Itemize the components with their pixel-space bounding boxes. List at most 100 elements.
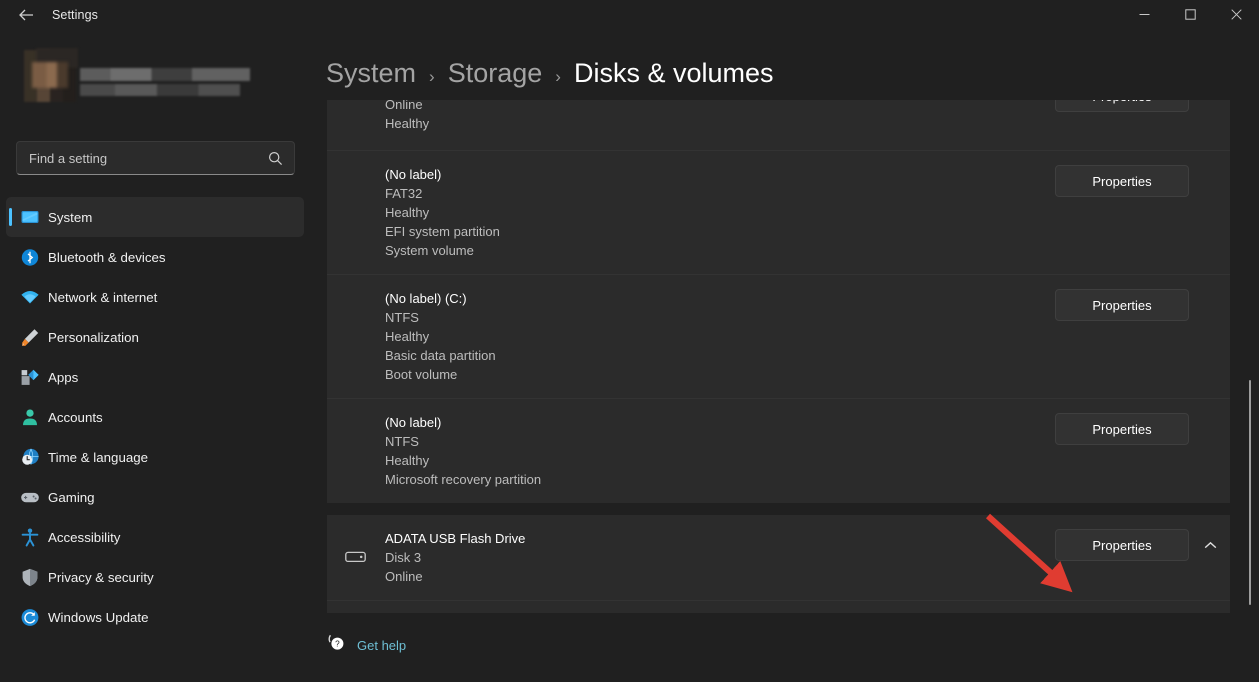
volume-row[interactable]: (No label) (C:) NTFS Healthy Basic data … — [327, 274, 1230, 398]
maximize-button[interactable] — [1167, 0, 1213, 32]
user-name-redacted — [80, 68, 250, 81]
volume-health: Healthy — [385, 116, 430, 131]
disk-status: Online — [385, 569, 423, 584]
properties-button[interactable]: Properties — [1055, 529, 1189, 561]
chevron-up-icon — [1204, 537, 1217, 555]
volume-name: (No label) — [385, 415, 442, 430]
wifi-icon — [19, 287, 40, 308]
volume-type: EFI system partition — [385, 224, 500, 239]
svg-text:?: ? — [335, 640, 340, 649]
sidebar-item-accessibility[interactable]: Accessibility — [6, 517, 304, 557]
usb-drive-icon — [345, 550, 369, 566]
user-profile-blurred[interactable] — [14, 48, 294, 110]
sidebar-item-label: Windows Update — [48, 609, 149, 625]
volume-role: System volume — [385, 243, 474, 258]
get-help-label: Get help — [357, 637, 407, 653]
sidebar-item-label: Gaming — [48, 489, 95, 505]
volume-type: Microsoft recovery partition — [385, 472, 542, 487]
help-question-icon: ? — [327, 633, 346, 657]
content-scrollbar[interactable] — [1243, 100, 1253, 613]
get-help-link[interactable]: ? Get help — [327, 633, 406, 657]
sidebar-item-label: Accessibility — [48, 529, 121, 545]
search-placeholder: Find a setting — [29, 150, 108, 166]
volume-filesystem: FAT32 — [385, 186, 423, 201]
search-icon — [268, 151, 283, 171]
search-input[interactable]: Find a setting — [16, 141, 295, 175]
sidebar-item-label: Accounts — [48, 409, 103, 425]
paintbrush-icon — [19, 327, 40, 348]
settings-window: Settings Find a setting System Bluetooth… — [0, 0, 1259, 682]
sidebar-nav: System Bluetooth & devices Network & int… — [6, 197, 304, 637]
sidebar-item-label: Time & language — [48, 449, 149, 465]
breadcrumb-item-system[interactable]: System — [326, 58, 416, 89]
sidebar-item-label: Network & internet — [48, 289, 158, 305]
sidebar-item-label: Apps — [48, 369, 79, 385]
minimize-button[interactable] — [1121, 0, 1167, 32]
app-title: Settings — [52, 8, 98, 22]
volume-name: (No label) — [385, 167, 442, 182]
sidebar-item-privacy-security[interactable]: Privacy & security — [6, 557, 304, 597]
person-icon — [19, 407, 40, 428]
sidebar-item-system[interactable]: System — [6, 197, 304, 237]
unallocated-row[interactable]: (Unallocated) Create volume — [327, 600, 1230, 613]
volume-name: (No label) (C:) — [385, 291, 467, 306]
refresh-icon — [19, 607, 40, 628]
properties-button[interactable]: Properties — [1055, 289, 1189, 321]
volume-row[interactable]: (No label) NTFS Healthy Microsoft recove… — [327, 398, 1230, 503]
accessibility-icon — [19, 527, 40, 548]
breadcrumb-item-disks-volumes: Disks & volumes — [573, 58, 774, 88]
chevron-right-icon: › — [555, 67, 561, 86]
window-controls — [1121, 0, 1259, 32]
disk-name: ADATA USB Flash Drive — [385, 531, 526, 546]
apps-icon — [19, 367, 40, 388]
properties-button[interactable]: Properties — [1055, 413, 1189, 445]
volume-row-text: (No label) FAT32 Healthy EFI system part… — [327, 151, 500, 274]
disk-number: Disk 3 — [385, 550, 422, 565]
scrollbar-thumb[interactable] — [1249, 380, 1251, 605]
shield-icon — [19, 567, 40, 588]
sidebar-item-windows-update[interactable]: Windows Update — [6, 597, 304, 637]
properties-button[interactable]: Properties — [1055, 165, 1189, 197]
volume-row-text: (No label) NTFS Healthy Microsoft recove… — [327, 399, 541, 503]
sidebar-item-gaming[interactable]: Gaming — [6, 477, 304, 517]
title-bar: Settings — [0, 0, 1259, 32]
sidebar-item-label: Personalization — [48, 329, 139, 345]
volume-filesystem: NTFS — [385, 434, 419, 449]
close-button[interactable] — [1213, 0, 1259, 32]
back-arrow-icon — [18, 8, 34, 27]
volume-row-partial[interactable]: Online Healthy Properties — [327, 100, 1230, 150]
clock-globe-icon — [19, 447, 40, 468]
back-button[interactable] — [10, 4, 42, 30]
chevron-right-icon: › — [429, 67, 435, 86]
disks-volumes-list: Online Healthy Properties (No label) FAT… — [327, 100, 1230, 613]
content-area: System › Storage › Disks & volumes Onlin… — [310, 32, 1259, 682]
sidebar-item-personalization[interactable]: Personalization — [6, 317, 304, 357]
monitor-icon — [19, 207, 40, 228]
maximize-icon — [1184, 7, 1196, 25]
sidebar: Find a setting System Bluetooth & device… — [0, 32, 310, 682]
disk-row[interactable]: ADATA USB Flash Drive Disk 3 Online Prop… — [327, 515, 1230, 600]
sidebar-item-label: System — [48, 209, 93, 225]
avatar-face — [32, 62, 68, 88]
volume-health: Healthy — [385, 453, 430, 468]
volume-health: Healthy — [385, 205, 430, 220]
sidebar-item-time-language[interactable]: Time & language — [6, 437, 304, 477]
breadcrumb: System › Storage › Disks & volumes — [326, 58, 774, 89]
breadcrumb-item-storage[interactable]: Storage — [448, 58, 543, 89]
sidebar-item-label: Bluetooth & devices — [48, 249, 166, 265]
list-gap — [327, 503, 1230, 515]
close-icon — [1230, 7, 1242, 25]
sidebar-item-bluetooth-devices[interactable]: Bluetooth & devices — [6, 237, 304, 277]
volume-filesystem: NTFS — [385, 310, 419, 325]
properties-button[interactable]: Properties — [1055, 100, 1189, 112]
bluetooth-icon — [19, 247, 40, 268]
collapse-disk-button[interactable] — [1198, 537, 1222, 555]
volume-row-text: (No label) (C:) NTFS Healthy Basic data … — [327, 275, 496, 398]
sidebar-item-apps[interactable]: Apps — [6, 357, 304, 397]
volume-row[interactable]: (No label) FAT32 Healthy EFI system part… — [327, 150, 1230, 274]
sidebar-item-accounts[interactable]: Accounts — [6, 397, 304, 437]
gamepad-icon — [19, 487, 40, 508]
user-email-redacted — [80, 84, 240, 96]
minimize-icon — [1139, 7, 1150, 25]
sidebar-item-network-internet[interactable]: Network & internet — [6, 277, 304, 317]
